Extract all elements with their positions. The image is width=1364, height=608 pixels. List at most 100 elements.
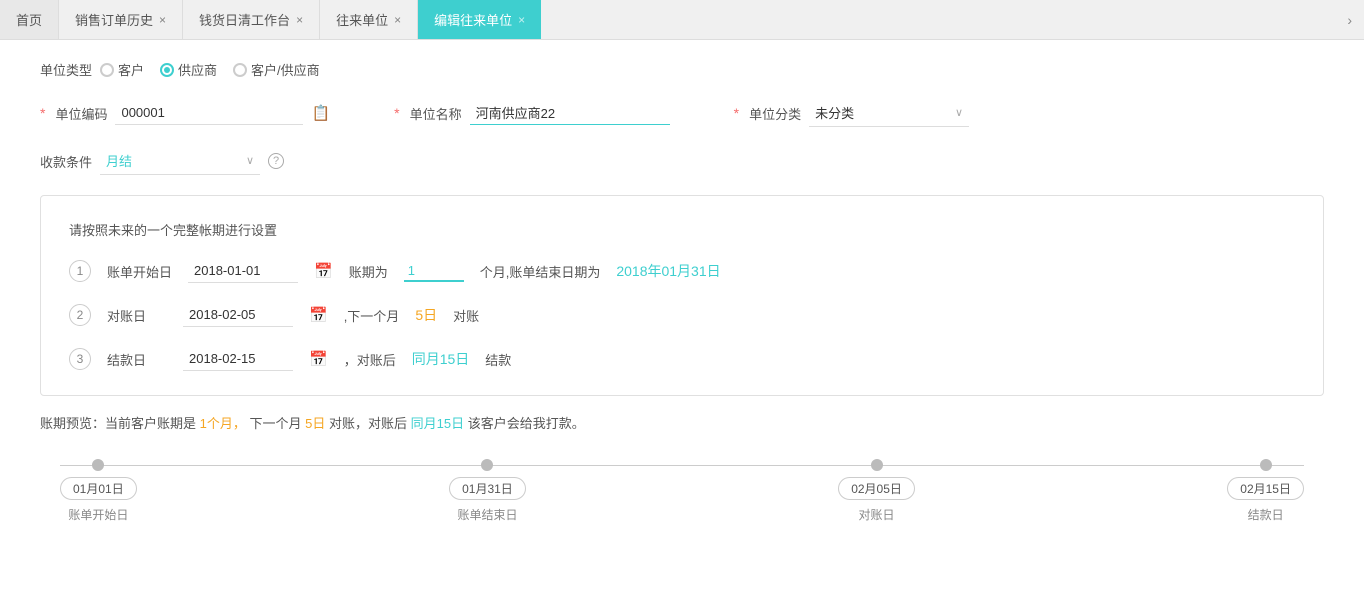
step-sep-3: ，对账后 — [344, 350, 396, 369]
step-row-3: 3 结款日 📅 ，对账后 同月15日 结款 — [69, 347, 1295, 371]
step-day-num-2: 5日 — [415, 305, 437, 325]
tab-partner-units-label: 往来单位 — [336, 10, 388, 29]
step-row-2: 2 对账日 📅 ,下一个月 5日 对账 — [69, 303, 1295, 327]
payment-terms-help-icon[interactable]: ? — [268, 153, 284, 169]
unit-category-label: 单位分类 — [749, 104, 801, 123]
unit-code-field: * 单位编码 📋 — [40, 101, 330, 125]
step-period-unit: 个月,账单结束日期为 — [480, 262, 601, 281]
tab-edit-partner-close[interactable]: × — [518, 13, 525, 27]
step-label-1: 账单开始日 — [107, 262, 172, 281]
tab-sales-history[interactable]: 销售订单历史 × — [59, 0, 183, 39]
unit-type-row: 单位类型 客户 供应商 客户/供应商 — [40, 60, 1324, 79]
tl-label-3: 02月05日 — [838, 477, 915, 500]
unit-type-field: 单位类型 客户 供应商 客户/供应商 — [40, 60, 320, 79]
unit-code-copy-icon[interactable]: 📋 — [311, 104, 330, 122]
radio-customer[interactable]: 客户 — [100, 60, 144, 79]
preview-suffix: 该客户会给我打款。 — [468, 416, 585, 431]
tab-edit-partner-label: 编辑往来单位 — [434, 10, 512, 29]
preview-mid2: 对账，对账后 — [329, 416, 407, 431]
tab-sales-history-label: 销售订单历史 — [75, 10, 153, 29]
unit-code-star: * — [40, 105, 45, 121]
tab-edit-partner[interactable]: 编辑往来单位 × — [418, 0, 541, 39]
step-period-num[interactable] — [404, 261, 464, 282]
step-date-1[interactable] — [188, 259, 298, 283]
step-row-1: 1 账单开始日 📅 账期为 个月,账单结束日期为 2018年01月31日 — [69, 259, 1295, 283]
tl-sublabel-1: 账单开始日 — [68, 506, 128, 523]
tl-circle-1 — [92, 459, 104, 471]
unit-category-field: * 单位分类 未分类 ∨ — [734, 99, 969, 127]
unit-code-input[interactable] — [115, 101, 303, 125]
payment-terms-field: 收款条件 月结 ∨ ? — [40, 147, 284, 175]
radio-both-label: 客户/供应商 — [251, 60, 320, 79]
timeline-point-4: 02月15日 结款日 — [1227, 459, 1304, 523]
step-sep-1: 账期为 — [349, 262, 388, 281]
unit-code-label: 单位编码 — [55, 104, 107, 123]
radio-customer-label: 客户 — [118, 60, 144, 79]
radio-supplier[interactable]: 供应商 — [160, 60, 217, 79]
tl-sublabel-4: 结款日 — [1248, 506, 1284, 523]
unit-category-arrow-icon: ∨ — [955, 106, 963, 119]
tl-circle-2 — [481, 459, 493, 471]
main-content: 单位类型 客户 供应商 客户/供应商 * 单位编码 — [0, 40, 1364, 608]
unit-category-star: * — [734, 105, 739, 121]
tl-label-1: 01月01日 — [60, 477, 137, 500]
tl-label-4: 02月15日 — [1227, 477, 1304, 500]
tab-bar: 首页 销售订单历史 × 钱货日清工作台 × 往来单位 × 编辑往来单位 × › — [0, 0, 1364, 40]
unit-info-row: * 单位编码 📋 * 单位名称 * 单位分类 未分类 ∨ — [40, 99, 1324, 127]
timeline-point-3: 02月05日 对账日 — [838, 459, 915, 523]
step-cal-icon-1[interactable]: 📅 — [314, 262, 333, 280]
unit-name-input[interactable] — [470, 101, 670, 125]
step-num-1: 1 — [69, 260, 91, 282]
tab-sales-history-close[interactable]: × — [159, 13, 166, 27]
unit-type-radio-group: 客户 供应商 客户/供应商 — [100, 60, 320, 79]
tab-home[interactable]: 首页 — [0, 0, 59, 39]
preview-day2: 同月15日 — [411, 416, 464, 431]
step-cal-icon-2[interactable]: 📅 — [309, 306, 328, 324]
preview-section: 账期预览：当前客户账期是 1个月， 下一个月 5日 对账，对账后 同月15日 该… — [40, 412, 1324, 435]
unit-category-value: 未分类 — [815, 103, 949, 122]
tl-circle-4 — [1260, 459, 1272, 471]
tab-cash-work[interactable]: 钱货日清工作台 × — [183, 0, 320, 39]
preview-period: 1个月， — [200, 416, 246, 431]
unit-type-label: 单位类型 — [40, 60, 92, 79]
payment-terms-label: 收款条件 — [40, 152, 92, 171]
tab-cash-work-label: 钱货日清工作台 — [199, 10, 290, 29]
step-num-3: 3 — [69, 348, 91, 370]
tab-partner-units[interactable]: 往来单位 × — [320, 0, 418, 39]
preview-day1: 5日 — [305, 416, 325, 431]
radio-supplier-circle — [160, 63, 174, 77]
tab-more-button[interactable]: › — [1335, 0, 1364, 39]
unit-name-field: * 单位名称 — [394, 101, 669, 125]
card-title: 请按照未来的一个完整帐期进行设置 — [69, 220, 1295, 239]
timeline-point-1: 01月01日 账单开始日 — [60, 459, 137, 523]
payment-terms-row: 收款条件 月结 ∨ ? — [40, 147, 1324, 175]
tab-cash-work-close[interactable]: × — [296, 13, 303, 27]
payment-terms-arrow-icon: ∨ — [246, 154, 254, 167]
step-suffix-2: 对账 — [453, 306, 479, 325]
preview-mid1: 下一个月 — [250, 416, 302, 431]
step-label-2: 对账日 — [107, 306, 167, 325]
payment-terms-dropdown[interactable]: 月结 ∨ — [100, 147, 260, 175]
payment-terms-value: 月结 — [106, 151, 240, 170]
tab-partner-units-close[interactable]: × — [394, 13, 401, 27]
step-day-num-3: 同月15日 — [412, 349, 470, 369]
tab-home-label: 首页 — [16, 10, 42, 29]
radio-both-circle — [233, 63, 247, 77]
unit-name-star: * — [394, 105, 399, 121]
radio-both[interactable]: 客户/供应商 — [233, 60, 320, 79]
timeline-point-2: 01月31日 账单结束日 — [449, 459, 526, 523]
step-sep-2: ,下一个月 — [344, 306, 400, 325]
step-end-date: 2018年01月31日 — [616, 261, 720, 281]
tl-sublabel-3: 对账日 — [859, 506, 895, 523]
step-date-2[interactable] — [183, 303, 293, 327]
step-label-3: 结款日 — [107, 350, 167, 369]
tl-sublabel-2: 账单结束日 — [457, 506, 517, 523]
unit-category-dropdown[interactable]: 未分类 ∨ — [809, 99, 969, 127]
unit-name-label: 单位名称 — [410, 104, 462, 123]
radio-supplier-label: 供应商 — [178, 60, 217, 79]
step-cal-icon-3[interactable]: 📅 — [309, 350, 328, 368]
step-suffix-3: 结款 — [485, 350, 511, 369]
radio-customer-circle — [100, 63, 114, 77]
preview-prefix: 账期预览：当前客户账期是 — [40, 416, 196, 431]
step-date-3[interactable] — [183, 347, 293, 371]
